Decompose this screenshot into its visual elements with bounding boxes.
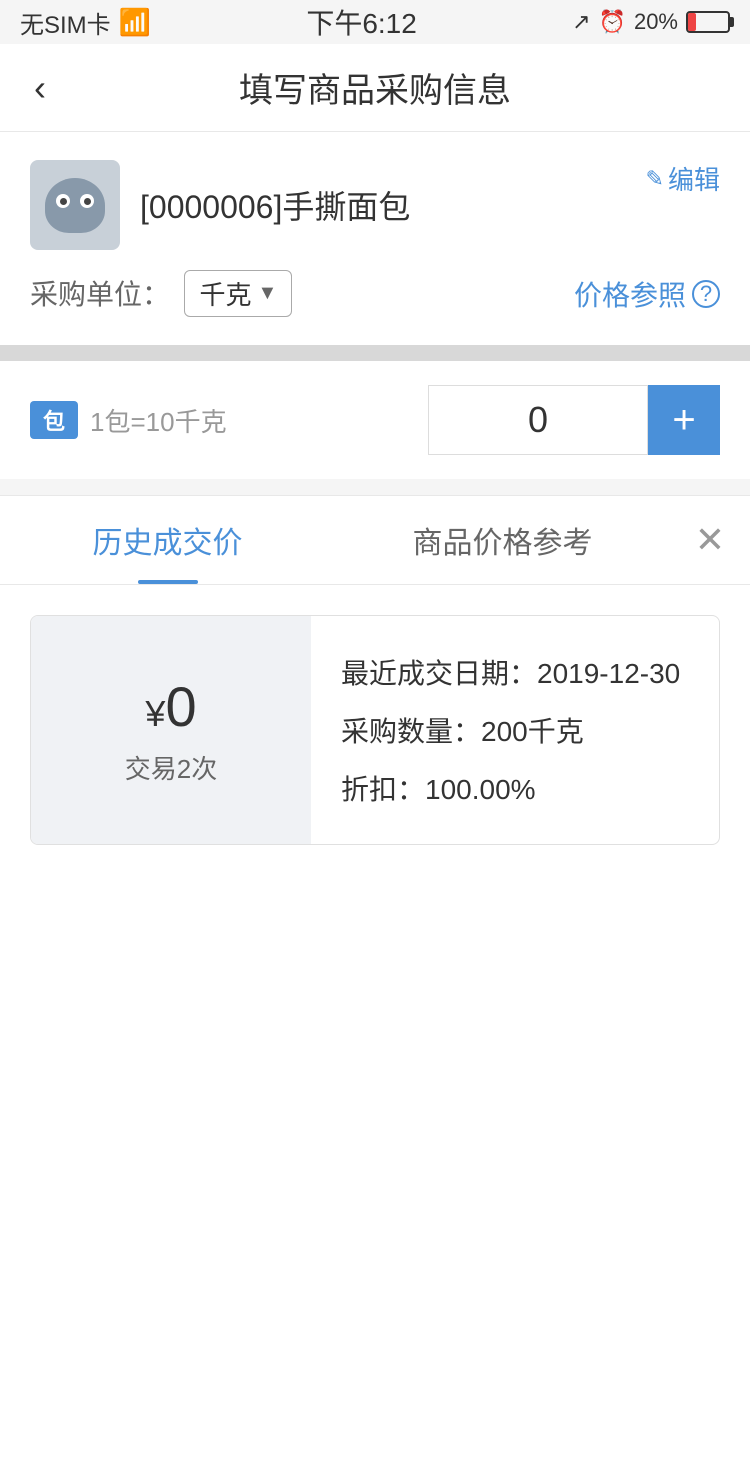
tab-panel: 历史成交价 商品价格参考 ✕ ¥0 交易2次 最近成交日期：2019-12-30…: [0, 495, 750, 875]
battery-icon: [686, 11, 730, 33]
battery-percent: 20%: [634, 9, 678, 35]
status-bar: 无SIM卡 📶 下午6:12 ↗ ⏰ 20%: [0, 0, 750, 44]
tab-history-price[interactable]: 历史成交价: [0, 496, 335, 584]
currency-symbol: ¥: [145, 693, 165, 734]
package-note: 1包=10千克: [90, 402, 227, 439]
history-card: ¥0 交易2次 最近成交日期：2019-12-30 采购数量：200千克 折扣：…: [30, 615, 720, 845]
product-thumbnail: [30, 160, 120, 250]
product-name: [0000006]手撕面包: [140, 182, 410, 228]
history-recent-date: 最近成交日期：2019-12-30: [341, 652, 689, 692]
quantity-input[interactable]: 0: [428, 385, 648, 455]
nav-bar: ‹ 填写商品采购信息: [0, 44, 750, 132]
product-left: [0000006]手撕面包: [30, 160, 410, 250]
unit-arrow-icon: ▼: [257, 282, 277, 305]
quantity-unit-info: 包 1包=10千克: [30, 401, 227, 439]
section-divider: [0, 345, 750, 361]
history-content: ¥0 交易2次 最近成交日期：2019-12-30 采购数量：200千克 折扣：…: [0, 585, 750, 875]
alarm-icon: ⏰: [599, 9, 626, 35]
history-price-section: ¥0 交易2次: [31, 616, 311, 844]
unit-label: 采购单位：: [30, 279, 170, 310]
wifi-icon: 📶: [119, 7, 151, 38]
product-header: [0000006]手撕面包 ✎ 编辑: [30, 160, 720, 250]
product-image: [45, 178, 105, 233]
history-trade-count: 交易2次: [125, 749, 217, 786]
back-button[interactable]: ‹: [24, 57, 56, 119]
signal-text: 无SIM卡: [20, 5, 111, 40]
location-icon: ↗: [572, 9, 590, 35]
main-content-area: [0, 875, 750, 1475]
unit-selector-group: 采购单位： 千克 ▼: [30, 270, 292, 317]
unit-select[interactable]: 千克 ▼: [184, 270, 292, 317]
history-discount: 折扣：100.00%: [341, 768, 689, 808]
history-detail-section: 最近成交日期：2019-12-30 采购数量：200千克 折扣：100.00%: [311, 616, 719, 844]
tab-header: 历史成交价 商品价格参考 ✕: [0, 496, 750, 584]
edit-button[interactable]: ✎ 编辑: [646, 160, 720, 197]
package-icon: 包: [30, 401, 78, 439]
tab-price-reference[interactable]: 商品价格参考: [335, 496, 670, 584]
page-title: 填写商品采购信息: [239, 63, 511, 112]
price-ref-question-icon: ?: [692, 280, 720, 308]
edit-icon: ✎: [646, 166, 664, 192]
status-right: ↗ ⏰ 20%: [572, 9, 730, 35]
price-reference-button[interactable]: 价格参照 ?: [574, 274, 720, 314]
history-quantity: 采购数量：200千克: [341, 710, 689, 750]
quantity-control: 0 +: [428, 385, 720, 455]
quantity-plus-button[interactable]: +: [648, 385, 720, 455]
quantity-row: 包 1包=10千克 0 +: [0, 361, 750, 479]
status-left: 无SIM卡 📶: [20, 5, 151, 40]
product-card: [0000006]手撕面包 ✎ 编辑 采购单位： 千克 ▼ 价格参照 ?: [0, 132, 750, 345]
history-price-value: ¥0: [145, 674, 196, 739]
product-unit-row: 采购单位： 千克 ▼ 价格参照 ?: [30, 270, 720, 317]
tab-close-button[interactable]: ✕: [670, 496, 750, 584]
status-time: 下午6:12: [306, 2, 417, 42]
